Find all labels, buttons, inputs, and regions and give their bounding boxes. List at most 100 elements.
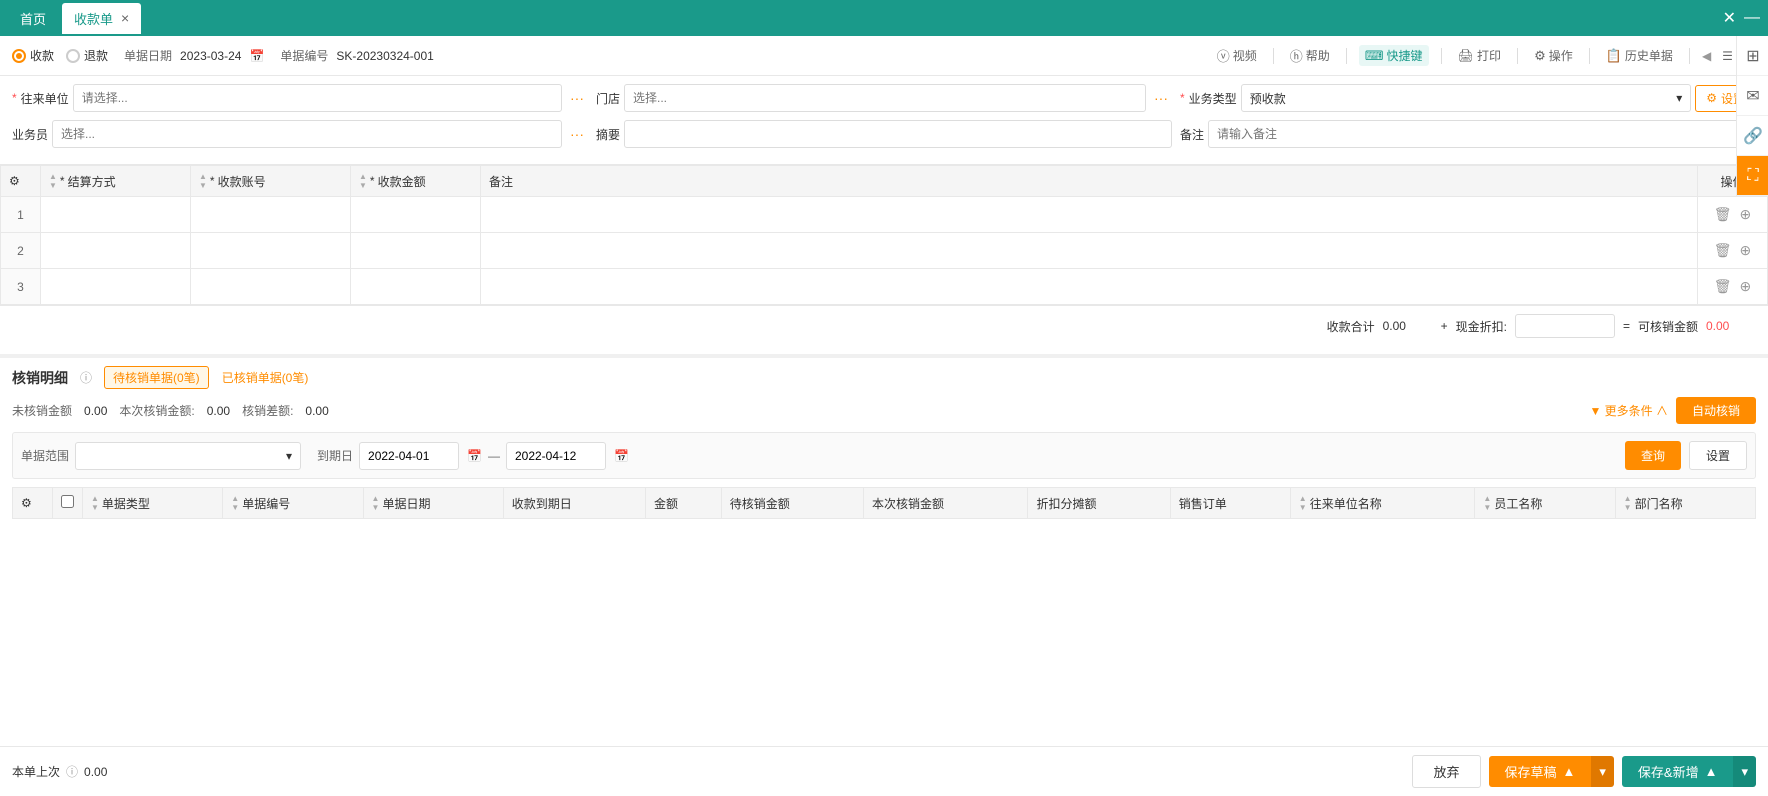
auto-verify-btn[interactable]: 自动核销 [1676, 397, 1756, 424]
minimize-icon[interactable]: — [1744, 9, 1760, 27]
available-value: 0.00 [1706, 319, 1756, 333]
radio-receipt[interactable]: 收款 [12, 47, 54, 64]
save-draft-arrow: ▲ [1563, 764, 1576, 779]
print-btn[interactable]: 🖨 打印 [1454, 45, 1506, 66]
tab-active[interactable]: 收款单 × [62, 3, 141, 34]
history-label: 历史单据 [1625, 47, 1673, 64]
th-amount: ▲▼ * 收款金额 [351, 166, 481, 197]
verify-info-icon[interactable]: ⓘ [80, 369, 92, 386]
radio-receipt-dot [12, 49, 26, 63]
cal-icon-to[interactable]: 📅 [614, 449, 629, 463]
counterpart-input[interactable] [73, 84, 562, 112]
operation-icon: ⚙ [1534, 48, 1546, 64]
prev-arrow[interactable]: ◀ [1702, 49, 1711, 63]
tab-bar-right: ✕ — [1723, 8, 1760, 28]
select-all-checkbox[interactable] [61, 495, 74, 508]
save-draft-btn[interactable]: 保存草稿 ▲ [1489, 756, 1592, 787]
delete-icon-1[interactable]: 🗑 [1714, 206, 1732, 223]
row-amount-1[interactable] [351, 197, 481, 233]
shortcut-btn[interactable]: ⌨ 快捷键 [1359, 45, 1429, 66]
query-btn[interactable]: 查询 [1625, 441, 1681, 470]
more-filters-btn[interactable]: ▼ 更多条件 ∧ [1589, 402, 1668, 419]
delete-icon-3[interactable]: 🗑 [1714, 278, 1732, 295]
operation-btn[interactable]: ⚙ 操作 [1530, 45, 1577, 66]
tab-home[interactable]: 首页 [8, 3, 58, 34]
date-separator: — [488, 449, 500, 463]
sidebar-mail-icon[interactable]: ✉ [1737, 76, 1768, 116]
biz-type-select[interactable]: 预收款 ▾ [1241, 84, 1692, 112]
th-settlement-label: * [60, 174, 65, 188]
row-account-2[interactable] [191, 233, 351, 269]
filter-settings-btn[interactable]: 设置 [1689, 441, 1747, 470]
filter-row: 单据范围 ▾ 到期日 📅 — 📅 查询 设置 [12, 432, 1756, 479]
radio-refund[interactable]: 退款 [66, 47, 108, 64]
diff-value: 0.00 [305, 404, 328, 418]
history-btn[interactable]: 📋 历史单据 [1602, 45, 1677, 66]
row-note-3[interactable] [481, 269, 1698, 305]
sidebar-table-icon[interactable]: ⊞ [1737, 36, 1768, 76]
verify-title: 核销明细 [12, 368, 68, 388]
copy-icon-2[interactable]: ⊕ [1740, 242, 1752, 259]
bth-sales-order-label: 销售订单 [1179, 497, 1227, 511]
store-more-btn[interactable]: ··· [1150, 90, 1172, 106]
bth-current-amount: 本次核销金额 [864, 488, 1028, 519]
staff-input[interactable] [52, 120, 562, 148]
th-gear[interactable]: ⚙ [1, 166, 41, 197]
save-new-dropdown-btn[interactable]: ▾ [1733, 756, 1756, 787]
row-settlement-2[interactable] [41, 233, 191, 269]
bth-checkbox[interactable] [53, 488, 83, 519]
row-note-2[interactable] [481, 233, 1698, 269]
th-settlement-text: 结算方式 [68, 173, 116, 190]
row-account-3[interactable] [191, 269, 351, 305]
bth-staff-label: 员工名称 [1494, 495, 1542, 512]
main-content: 收款 退款 单据日期 2023-03-24 📅 单据编号 SK-20230324… [0, 36, 1768, 796]
store-input[interactable] [624, 84, 1146, 112]
row-amount-2[interactable] [351, 233, 481, 269]
row-amount-3[interactable] [351, 269, 481, 305]
sidebar-link-icon[interactable]: 🔗 [1737, 116, 1768, 156]
abandon-btn[interactable]: 放弃 [1412, 755, 1480, 788]
bth-due-date-label: 收款到期日 [512, 497, 572, 511]
date-from-input[interactable] [359, 442, 459, 470]
calendar-icon[interactable]: 📅 [249, 49, 264, 63]
discount-input[interactable] [1515, 314, 1615, 338]
staff-more-btn[interactable]: ··· [566, 126, 588, 142]
row-settlement-1[interactable] [41, 197, 191, 233]
row-settlement-3[interactable] [41, 269, 191, 305]
help-btn[interactable]: ⓗ 帮助 [1286, 44, 1334, 67]
sidebar-screenshot-icon[interactable]: ⛶ [1737, 156, 1768, 196]
range-select[interactable]: ▾ [75, 442, 301, 470]
date-to-input[interactable] [506, 442, 606, 470]
copy-icon-1[interactable]: ⊕ [1740, 206, 1752, 223]
bottom-table: ⚙ ▲▼ 单据类型 ▲▼ 单据编号 [12, 487, 1756, 519]
close-window-icon[interactable]: ✕ [1723, 8, 1736, 28]
divider-5 [1589, 48, 1590, 64]
diff-label: 核销差额: [242, 402, 293, 419]
history-icon: 📋 [1606, 48, 1622, 64]
bth-gear[interactable]: ⚙ [13, 488, 53, 519]
period-info-icon[interactable]: ⓘ [66, 763, 78, 780]
row-note-1[interactable] [481, 197, 1698, 233]
tab-bar-left: 首页 收款单 × [8, 3, 141, 34]
list-icon[interactable]: ☰ [1722, 49, 1733, 63]
delete-icon-2[interactable]: 🗑 [1714, 242, 1732, 259]
counterpart-more-btn[interactable]: ··· [566, 90, 588, 106]
bth-pending-amount: 待核销金额 [721, 488, 863, 519]
tab-close-icon[interactable]: × [121, 10, 129, 26]
note-input[interactable] [1208, 120, 1756, 148]
save-draft-dropdown-btn[interactable]: ▾ [1591, 756, 1614, 787]
summary-input[interactable] [624, 120, 1172, 148]
doc-date-value[interactable]: 2023-03-24 [180, 49, 241, 63]
copy-icon-3[interactable]: ⊕ [1740, 278, 1752, 295]
row-account-1[interactable] [191, 197, 351, 233]
video-btn[interactable]: ⓥ 视频 [1213, 44, 1261, 67]
verify-section: 核销明细 ⓘ 待核销单据(0笔) 已核销单据(0笔) 未核销金额 0.00 本次… [0, 354, 1768, 746]
cal-icon-from[interactable]: 📅 [467, 449, 482, 463]
verify-tab-done[interactable]: 已核销单据(0笔) [213, 366, 318, 389]
bth-doc-date: ▲▼ 单据日期 [363, 488, 503, 519]
doc-no-value[interactable]: SK-20230324-001 [336, 49, 433, 63]
verify-tab-pending[interactable]: 待核销单据(0笔) [104, 366, 209, 389]
save-new-btn[interactable]: 保存&新增 ▲ [1622, 756, 1734, 787]
save-new-group: 保存&新增 ▲ ▾ [1622, 756, 1756, 787]
radio-refund-label: 退款 [84, 47, 108, 64]
